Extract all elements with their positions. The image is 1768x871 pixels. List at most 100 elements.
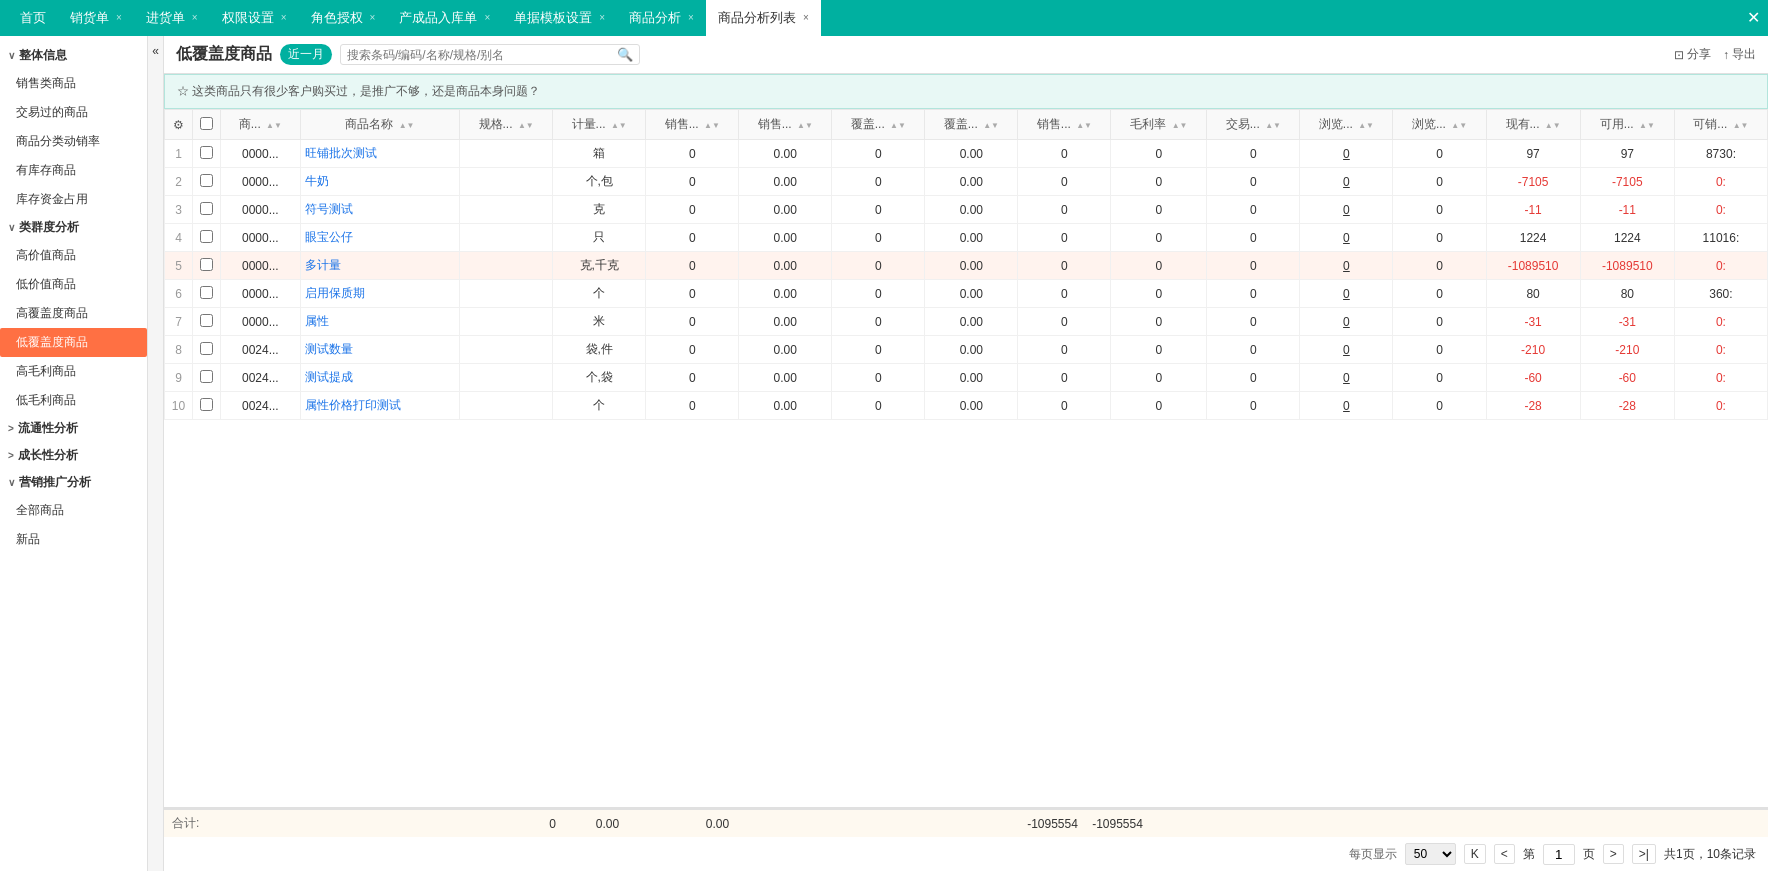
sort-arrows[interactable]: ▲▼: [797, 122, 813, 130]
cell-browse1[interactable]: 0: [1300, 252, 1393, 280]
sidebar-section-growth[interactable]: > 成长性分析: [0, 442, 147, 469]
sidebar-item-all-goods[interactable]: 全部商品: [0, 496, 147, 525]
sort-arrows[interactable]: ▲▼: [983, 122, 999, 130]
nav-close-icon[interactable]: ×: [484, 0, 490, 36]
sort-arrows[interactable]: ▲▼: [399, 122, 415, 130]
row-checkbox[interactable]: [200, 202, 213, 215]
sort-arrows[interactable]: ▲▼: [518, 122, 534, 130]
sort-arrows[interactable]: ▲▼: [1451, 122, 1467, 130]
col-code[interactable]: 商... ▲▼: [221, 110, 301, 140]
sidebar-section-cluster[interactable]: ∨ 类群度分析: [0, 214, 147, 241]
close-all-button[interactable]: ✕: [1747, 0, 1760, 36]
cell-name[interactable]: 启用保质期: [300, 280, 459, 308]
sort-arrows[interactable]: ▲▼: [611, 122, 627, 130]
next-page-btn[interactable]: >: [1603, 844, 1624, 864]
nav-home[interactable]: 首页: [8, 0, 58, 36]
nav-role-auth[interactable]: 角色授权 ×: [299, 0, 388, 36]
sidebar-item-low-coverage[interactable]: 低覆盖度商品: [0, 328, 147, 357]
cell-name[interactable]: 测试数量: [300, 336, 459, 364]
col-sales-qty[interactable]: 销售... ▲▼: [646, 110, 739, 140]
sidebar-item-new-goods[interactable]: 新品: [0, 525, 147, 554]
sidebar-item-high-value[interactable]: 高价值商品: [0, 241, 147, 270]
sort-arrows[interactable]: ▲▼: [1358, 122, 1374, 130]
search-input[interactable]: [347, 48, 617, 62]
cell-browse1[interactable]: 0: [1300, 196, 1393, 224]
sort-arrows[interactable]: ▲▼: [1733, 122, 1749, 130]
nav-close-icon[interactable]: ×: [281, 0, 287, 36]
nav-product-warehouse[interactable]: 产成品入库单 ×: [387, 0, 502, 36]
search-icon[interactable]: 🔍: [617, 47, 633, 62]
sidebar-item-traded-goods[interactable]: 交易过的商品: [0, 98, 147, 127]
settings-icon[interactable]: ⚙: [173, 118, 184, 132]
col-sales-amount[interactable]: 销售... ▲▼: [739, 110, 832, 140]
col-checkbox[interactable]: [193, 110, 221, 140]
page-input[interactable]: [1543, 844, 1575, 865]
row-checkbox[interactable]: [200, 370, 213, 383]
nav-template-settings[interactable]: 单据模板设置 ×: [502, 0, 617, 36]
col-browse2[interactable]: 浏览... ▲▼: [1393, 110, 1486, 140]
sidebar-collapse-btn[interactable]: «: [148, 36, 164, 871]
nav-permission[interactable]: 权限设置 ×: [210, 0, 299, 36]
cell-browse1[interactable]: 0: [1300, 308, 1393, 336]
cell-name[interactable]: 符号测试: [300, 196, 459, 224]
cell-browse1[interactable]: 0: [1300, 140, 1393, 168]
col-settings[interactable]: ⚙: [165, 110, 193, 140]
col-browse1[interactable]: 浏览... ▲▼: [1300, 110, 1393, 140]
col-gross-margin[interactable]: 毛利率 ▲▼: [1111, 110, 1207, 140]
sidebar-item-stock-goods[interactable]: 有库存商品: [0, 156, 147, 185]
col-available[interactable]: 可用... ▲▼: [1580, 110, 1674, 140]
share-button[interactable]: ⊡ 分享: [1674, 46, 1711, 63]
cell-checkbox[interactable]: [193, 252, 221, 280]
col-coverage1[interactable]: 覆盖... ▲▼: [832, 110, 925, 140]
select-all-checkbox[interactable]: [200, 117, 213, 130]
cell-browse1[interactable]: 0: [1300, 336, 1393, 364]
sidebar-item-high-margin[interactable]: 高毛利商品: [0, 357, 147, 386]
sidebar-section-flow[interactable]: > 流通性分析: [0, 415, 147, 442]
cell-browse1[interactable]: 0: [1300, 392, 1393, 420]
sidebar-item-sales-goods[interactable]: 销售类商品: [0, 69, 147, 98]
row-checkbox[interactable]: [200, 286, 213, 299]
nav-close-icon[interactable]: ×: [803, 0, 809, 36]
nav-close-icon[interactable]: ×: [116, 0, 122, 36]
sidebar-item-low-value[interactable]: 低价值商品: [0, 270, 147, 299]
last-page-btn[interactable]: >|: [1632, 844, 1656, 864]
cell-checkbox[interactable]: [193, 392, 221, 420]
nav-close-icon[interactable]: ×: [370, 0, 376, 36]
sidebar-section-overview[interactable]: ∨ 整体信息: [0, 42, 147, 69]
sidebar-item-low-margin[interactable]: 低毛利商品: [0, 386, 147, 415]
cell-name[interactable]: 眼宝公仔: [300, 224, 459, 252]
sort-arrows[interactable]: ▲▼: [1545, 122, 1561, 130]
cell-name[interactable]: 属性: [300, 308, 459, 336]
cell-browse1[interactable]: 0: [1300, 280, 1393, 308]
sort-arrows[interactable]: ▲▼: [1172, 122, 1188, 130]
col-trade[interactable]: 交易... ▲▼: [1207, 110, 1300, 140]
table-container[interactable]: ⚙ 商... ▲▼ 商品名称 ▲▼: [164, 109, 1768, 807]
sort-arrows[interactable]: ▲▼: [1076, 122, 1092, 130]
sort-arrows[interactable]: ▲▼: [704, 122, 720, 130]
row-checkbox[interactable]: [200, 398, 213, 411]
cell-checkbox[interactable]: [193, 140, 221, 168]
nav-close-icon[interactable]: ×: [192, 0, 198, 36]
nav-product-analysis[interactable]: 商品分析 ×: [617, 0, 706, 36]
row-checkbox[interactable]: [200, 146, 213, 159]
col-current-stock[interactable]: 现有... ▲▼: [1486, 110, 1580, 140]
col-unit[interactable]: 计量... ▲▼: [553, 110, 646, 140]
cell-browse1[interactable]: 0: [1300, 224, 1393, 252]
export-button[interactable]: ↑ 导出: [1723, 46, 1756, 63]
sidebar-section-marketing[interactable]: ∨ 营销推广分析: [0, 469, 147, 496]
cell-checkbox[interactable]: [193, 196, 221, 224]
col-name[interactable]: 商品名称 ▲▼: [300, 110, 459, 140]
nav-sales-order[interactable]: 销货单 ×: [58, 0, 134, 36]
sidebar-item-high-coverage[interactable]: 高覆盖度商品: [0, 299, 147, 328]
cell-name[interactable]: 旺铺批次测试: [300, 140, 459, 168]
col-spec[interactable]: 规格... ▲▼: [460, 110, 553, 140]
cell-name[interactable]: 属性价格打印测试: [300, 392, 459, 420]
row-checkbox[interactable]: [200, 314, 213, 327]
sort-arrows[interactable]: ▲▼: [1265, 122, 1281, 130]
row-checkbox[interactable]: [200, 230, 213, 243]
nav-close-icon[interactable]: ×: [599, 0, 605, 36]
cell-browse1[interactable]: 0: [1300, 364, 1393, 392]
cell-checkbox[interactable]: [193, 280, 221, 308]
cell-checkbox[interactable]: [193, 336, 221, 364]
row-checkbox[interactable]: [200, 174, 213, 187]
